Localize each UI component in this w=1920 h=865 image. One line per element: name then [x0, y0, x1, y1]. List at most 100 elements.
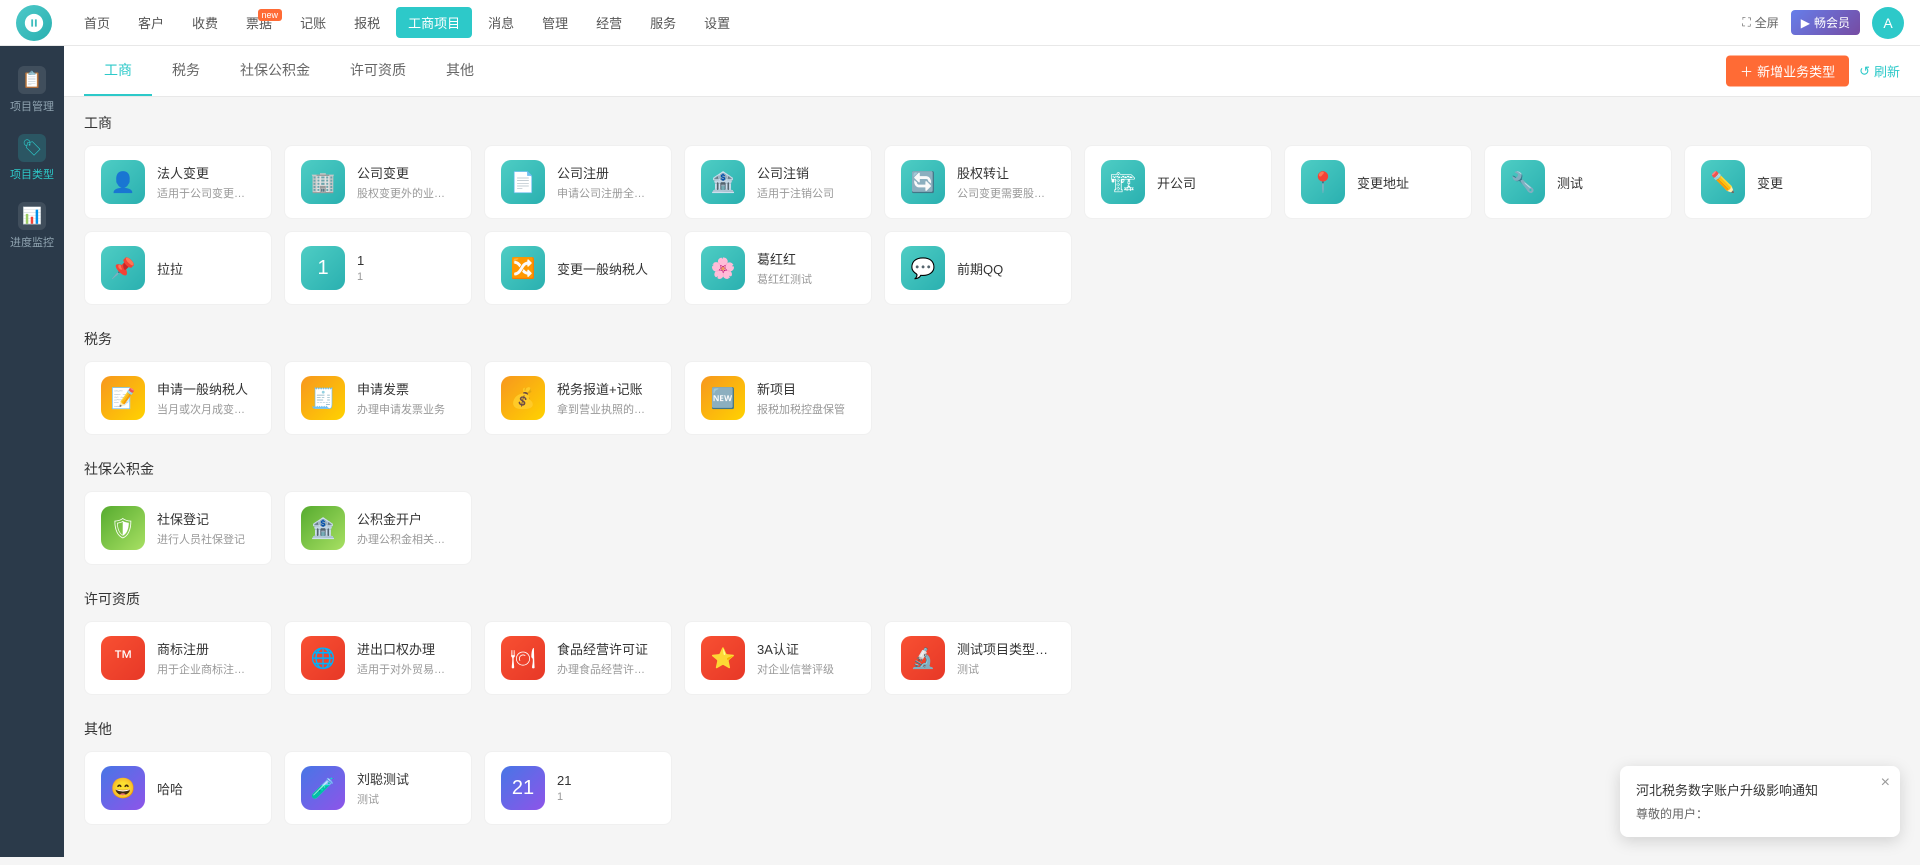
card-商标注册[interactable]: ™商标注册用于企业商标注册服务	[84, 621, 272, 695]
card-info: 葛红红葛红红测试	[757, 249, 855, 287]
vip-label: 畅会员	[1814, 14, 1850, 31]
card-社保登记[interactable]: 🛡 社保登记进行人员社保登记	[84, 491, 272, 565]
sub-tab-许可资质[interactable]: 许可资质	[330, 46, 426, 96]
card-新项目[interactable]: 🆕新项目报税加税控盘保管	[684, 361, 872, 435]
card-name: 进出口权办理	[357, 639, 455, 658]
card-21[interactable]: 21211	[484, 751, 672, 825]
vip-button[interactable]: ▶ 畅会员	[1791, 10, 1860, 35]
logo[interactable]	[16, 5, 52, 41]
main-content: 工商税务社保公积金许可资质其他 ＋ 新增业务类型 ↺ 刷新 工商 👤法人变更适用于…	[64, 46, 1920, 865]
card-name: 前期QQ	[957, 259, 1055, 278]
card-食品经营许可证[interactable]: 🍽食品经营许可证办理食品经营许可证	[484, 621, 672, 695]
section-title: 许可资质	[84, 589, 1900, 609]
nav-item-收费[interactable]: 收费	[180, 7, 230, 38]
card-icon: 😄	[101, 766, 145, 810]
avatar[interactable]: A	[1872, 7, 1904, 39]
card-变更一般纳税人[interactable]: 🔀变更一般纳税人	[484, 231, 672, 305]
card-申请一般纳税人[interactable]: 📝申请一般纳税人当月或次月成变更完成	[84, 361, 272, 435]
add-type-label: 新增业务类型	[1757, 62, 1835, 81]
card-icon: 1	[301, 246, 345, 290]
section-title: 税务	[84, 329, 1900, 349]
card-info: 社保登记进行人员社保登记	[157, 509, 255, 547]
card-哈哈[interactable]: 😄 哈哈	[84, 751, 272, 825]
card-拉拉[interactable]: 📌拉拉	[84, 231, 272, 305]
card-1[interactable]: 111	[284, 231, 472, 305]
card-desc: 报税加税控盘保管	[757, 401, 855, 417]
card-info: 税务报道+记账拿到营业执照的新公司	[557, 379, 655, 417]
card-icon: 🍽	[501, 636, 545, 680]
card-icon: 🛡	[101, 506, 145, 550]
nav-item-首页[interactable]: 首页	[72, 7, 122, 38]
nav-badge: new	[258, 9, 283, 21]
card-申请发票[interactable]: 🧾 申请发票办理申请发票业务	[284, 361, 472, 435]
card-info: 测试项目类型目定义测试	[957, 639, 1055, 677]
card-name: 测试项目类型目定义	[957, 639, 1055, 658]
card-icon: 💬	[901, 246, 945, 290]
nav-item-报税[interactable]: 报税	[342, 7, 392, 38]
card-股权转让[interactable]: 🔄股权转让公司变更需要股权转让	[884, 145, 1072, 219]
sub-tab-税务[interactable]: 税务	[152, 46, 220, 96]
card-变更地址[interactable]: 📍变更地址	[1284, 145, 1472, 219]
notification-body: 尊敬的用户：	[1636, 805, 1884, 823]
add-type-button[interactable]: ＋ 新增业务类型	[1726, 56, 1849, 87]
card-公积金开户[interactable]: 🏦公积金开户办理公积金相关业务	[284, 491, 472, 565]
sidebar-item-进度监控[interactable]: 📊进度监控	[0, 192, 64, 260]
card-公司变更[interactable]: 🏢公司变更股权变更外的业务变更	[284, 145, 472, 219]
card-icon: 🧾	[301, 376, 345, 420]
play-icon: ▶	[1801, 16, 1810, 30]
card-info: 变更地址	[1357, 173, 1455, 192]
card-info: 测试	[1557, 173, 1655, 192]
card-name: 公司注销	[757, 163, 855, 182]
nav-item-设置[interactable]: 设置	[692, 7, 742, 38]
sub-tab-工商[interactable]: 工商	[84, 46, 152, 96]
card-前期QQ[interactable]: 💬 前期QQ	[884, 231, 1072, 305]
card-公司注销[interactable]: 🏦公司注销适用于注销公司	[684, 145, 872, 219]
card-icon: 🌸	[701, 246, 745, 290]
notification-close-button[interactable]: ×	[1881, 774, 1890, 792]
card-info: 申请发票办理申请发票业务	[357, 379, 455, 417]
card-法人变更[interactable]: 👤法人变更适用于公司变更法人	[84, 145, 272, 219]
card-刘聪测试[interactable]: 🧪刘聪测试测试	[284, 751, 472, 825]
card-葛红红[interactable]: 🌸 葛红红葛红红测试	[684, 231, 872, 305]
sub-tab-其他[interactable]: 其他	[426, 46, 494, 96]
card-name: 公积金开户	[357, 509, 455, 528]
nav-item-管理[interactable]: 管理	[530, 7, 580, 38]
refresh-label: 刷新	[1874, 62, 1900, 81]
card-变更[interactable]: ✏️变更	[1684, 145, 1872, 219]
sub-tab-社保公积金[interactable]: 社保公积金	[220, 46, 330, 96]
card-测试[interactable]: 🔧测试	[1484, 145, 1672, 219]
card-开公司[interactable]: 🏗开公司	[1084, 145, 1272, 219]
fullscreen-btn[interactable]: ⛶ 全屏	[1742, 14, 1778, 31]
cards-grid: 👤法人变更适用于公司变更法人🏢公司变更股权变更外的业务变更📄公司注册申请公司注册…	[84, 145, 1900, 305]
sidebar-item-label: 项目管理	[10, 98, 54, 114]
card-info: 哈哈	[157, 779, 255, 798]
section-工商: 工商👤法人变更适用于公司变更法人🏢公司变更股权变更外的业务变更📄公司注册申请公司…	[84, 113, 1900, 305]
nav-item-记账[interactable]: 记账	[288, 7, 338, 38]
card-测试项目类型目定义[interactable]: 🔬测试项目类型目定义测试	[884, 621, 1072, 695]
fullscreen-label: 全屏	[1755, 14, 1779, 31]
card-进出口权办理[interactable]: 🌐进出口权办理适用于对外贸易经营者	[284, 621, 472, 695]
sidebar-icon: 🏷	[18, 134, 46, 162]
refresh-button[interactable]: ↺ 刷新	[1859, 62, 1900, 81]
nav-item-工商项目[interactable]: 工商项目	[396, 7, 472, 38]
nav-item-票据[interactable]: 票据new	[234, 7, 284, 38]
card-公司注册[interactable]: 📄公司注册申请公司注册全流程	[484, 145, 672, 219]
card-info: 公司变更股权变更外的业务变更	[357, 163, 455, 201]
nav-item-经营[interactable]: 经营	[584, 7, 634, 38]
card-desc: 用于企业商标注册服务	[157, 661, 255, 677]
nav-item-消息[interactable]: 消息	[476, 7, 526, 38]
sub-nav-tabs: 工商税务社保公积金许可资质其他	[84, 46, 494, 96]
cards-grid: ™商标注册用于企业商标注册服务🌐进出口权办理适用于对外贸易经营者🍽食品经营许可证…	[84, 621, 1900, 695]
sidebar-item-项目管理[interactable]: 📋项目管理	[0, 56, 64, 124]
card-icon: 📄	[501, 160, 545, 204]
card-name: 开公司	[1157, 173, 1255, 192]
card-税务报道+记账[interactable]: 💰税务报道+记账拿到营业执照的新公司	[484, 361, 672, 435]
sidebar-item-项目类型[interactable]: 🏷项目类型	[0, 124, 64, 192]
card-desc: 股权变更外的业务变更	[357, 185, 455, 201]
card-info: 股权转让公司变更需要股权转让	[957, 163, 1055, 201]
card-info: 商标注册用于企业商标注册服务	[157, 639, 255, 677]
nav-item-服务[interactable]: 服务	[638, 7, 688, 38]
nav-right: ⛶ 全屏 ▶ 畅会员 A	[1742, 7, 1904, 39]
card-3A认证[interactable]: ⭐3A认证对企业信誉评级	[684, 621, 872, 695]
nav-item-客户[interactable]: 客户	[126, 7, 176, 38]
